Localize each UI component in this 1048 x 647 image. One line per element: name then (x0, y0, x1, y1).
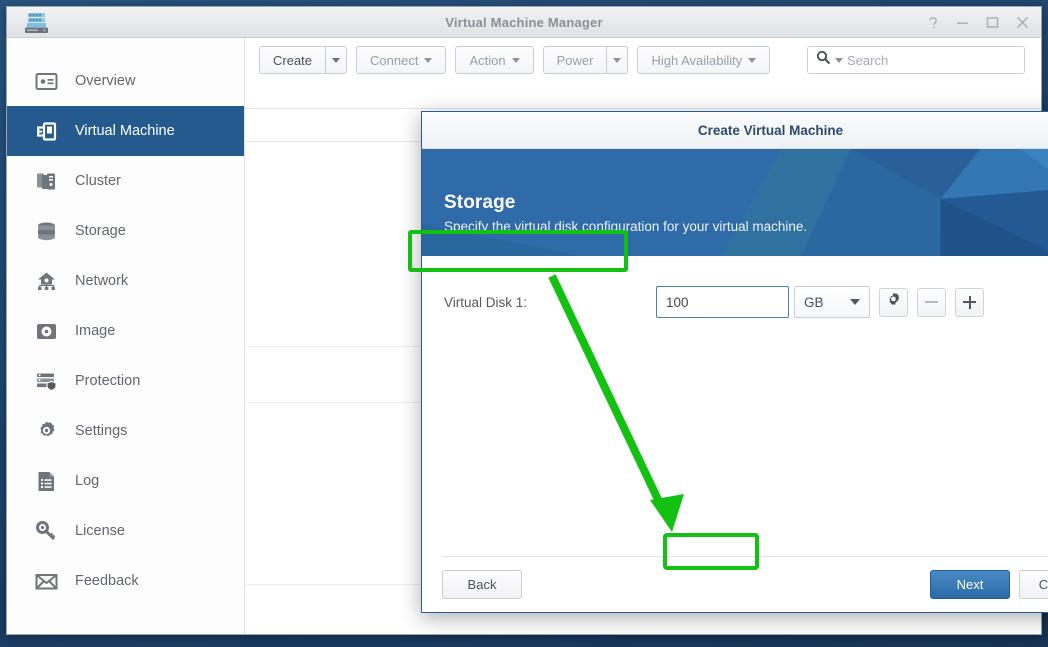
sidebar-item-license[interactable]: License (7, 506, 244, 556)
high-availability-button[interactable]: High Availability (637, 46, 771, 74)
virtual-disk-row: Virtual Disk 1: GB (444, 286, 1048, 318)
sidebar-item-storage[interactable]: Storage (7, 206, 244, 256)
banner-heading: Storage (444, 192, 516, 213)
dialog-title: Create Virtual Machine (697, 122, 844, 138)
chevron-down-icon (332, 57, 341, 63)
sidebar-item-image[interactable]: Image (7, 306, 244, 356)
chevron-down-icon[interactable] (835, 57, 843, 63)
power-dropdown-toggle[interactable] (606, 46, 629, 74)
sidebar-item-overview[interactable]: Overview (7, 56, 244, 106)
create-virtual-machine-dialog: Create Virtual Machine ✕ (421, 111, 1048, 613)
search-box[interactable] (807, 46, 1025, 74)
footer-right-buttons: Next Cancel (930, 570, 1048, 599)
sidebar-item-label: Overview (75, 73, 136, 89)
sidebar-item-label: Protection (75, 373, 141, 389)
disk-remove-button[interactable] (917, 287, 946, 317)
dialog-body: Virtual Disk 1: GB (422, 256, 1048, 556)
disk-add-button[interactable] (955, 287, 984, 317)
vm-toolbar: Create Connect Action Power High Availab… (245, 38, 1041, 82)
sidebar-item-label: Cluster (75, 173, 121, 189)
disk-size-input[interactable] (656, 286, 789, 318)
sidebar-item-feedback[interactable]: Feedback (7, 556, 244, 606)
sidebar-item-label: Virtual Machine (75, 123, 175, 139)
network-home-icon (33, 268, 59, 294)
sidebar-item-label: Network (75, 273, 129, 289)
help-button[interactable] (928, 16, 939, 29)
create-button-group: Create (259, 46, 348, 74)
sidebar-item-label: Settings (75, 423, 128, 439)
image-disc-icon (33, 318, 59, 344)
protection-shield-icon (33, 368, 59, 394)
high-availability-button-label: High Availability (651, 52, 743, 68)
banner-subheading: Specify the virtual disk configuration f… (444, 219, 808, 234)
maximize-button[interactable] (986, 16, 999, 29)
gear-icon (33, 418, 59, 444)
power-button[interactable]: Power (542, 46, 607, 74)
sidebar-item-virtual-machine[interactable]: Virtual Machine (7, 106, 244, 156)
sidebar-navigation: Overview Virtual Machine Cluster Storage… (7, 38, 245, 634)
feedback-envelope-icon (33, 568, 59, 594)
vmm-application-window: Virtual Machine Manager Overview Virtual… (6, 6, 1048, 635)
sidebar-item-protection[interactable]: Protection (7, 356, 244, 406)
dialog-titlebar: Create Virtual Machine ✕ (422, 112, 1048, 149)
connect-button-label: Connect (370, 52, 419, 68)
virtual-disk-label: Virtual Disk 1: (444, 294, 528, 310)
disk-unit-select[interactable]: GB (794, 286, 870, 318)
plus-icon (963, 295, 976, 309)
disk-unit-value: GB (804, 294, 824, 310)
window-controls (928, 7, 1029, 38)
chevron-down-icon (748, 57, 757, 63)
chevron-down-icon (511, 57, 520, 63)
banner-text: Storage Specify the virtual disk configu… (444, 192, 807, 234)
disk-settings-button[interactable] (879, 287, 908, 317)
sidebar-item-cluster[interactable]: Cluster (7, 156, 244, 206)
minus-icon (925, 301, 938, 303)
virtual-machine-icon (33, 118, 59, 144)
dialog-footer: Back Next Cancel (442, 556, 1048, 612)
log-document-icon (33, 468, 59, 494)
search-input[interactable] (847, 52, 1023, 68)
sidebar-item-label: License (75, 523, 125, 539)
minimize-button[interactable] (956, 16, 969, 29)
chevron-down-icon (613, 57, 622, 63)
sidebar-item-label: Log (75, 473, 100, 489)
sidebar-item-label: Feedback (75, 573, 139, 589)
overview-card-icon (33, 68, 59, 94)
power-button-group: Power (542, 46, 629, 74)
sidebar-item-network[interactable]: Network (7, 256, 244, 306)
chevron-down-icon (424, 57, 433, 63)
action-button-label: Action (469, 52, 506, 68)
cluster-servers-icon (33, 168, 59, 194)
storage-disks-icon (33, 218, 59, 244)
back-button[interactable]: Back (442, 570, 522, 599)
window-title: Virtual Machine Manager (445, 14, 603, 30)
sidebar-item-settings[interactable]: Settings (7, 406, 244, 456)
window-body: Overview Virtual Machine Cluster Storage… (7, 38, 1048, 634)
cancel-button[interactable]: Cancel (1019, 570, 1048, 599)
create-dropdown-toggle[interactable] (325, 46, 348, 74)
search-icon (816, 50, 831, 70)
close-button[interactable] (1016, 16, 1029, 29)
sidebar-item-label: Storage (75, 223, 126, 239)
chevron-down-icon (850, 299, 860, 305)
dialog-banner: Storage Specify the virtual disk configu… (422, 149, 1048, 256)
license-key-icon (33, 518, 59, 544)
gear-icon (886, 292, 901, 312)
create-button[interactable]: Create (259, 46, 326, 74)
window-titlebar: Virtual Machine Manager (7, 7, 1041, 38)
sidebar-item-log[interactable]: Log (7, 456, 244, 506)
connect-button[interactable]: Connect (356, 46, 447, 74)
next-button[interactable]: Next (930, 570, 1010, 599)
content-pane: Create Connect Action Power High Availab… (245, 38, 1048, 634)
server-rack-icon (23, 11, 51, 35)
sidebar-item-label: Image (75, 323, 116, 339)
action-button[interactable]: Action (455, 46, 534, 74)
